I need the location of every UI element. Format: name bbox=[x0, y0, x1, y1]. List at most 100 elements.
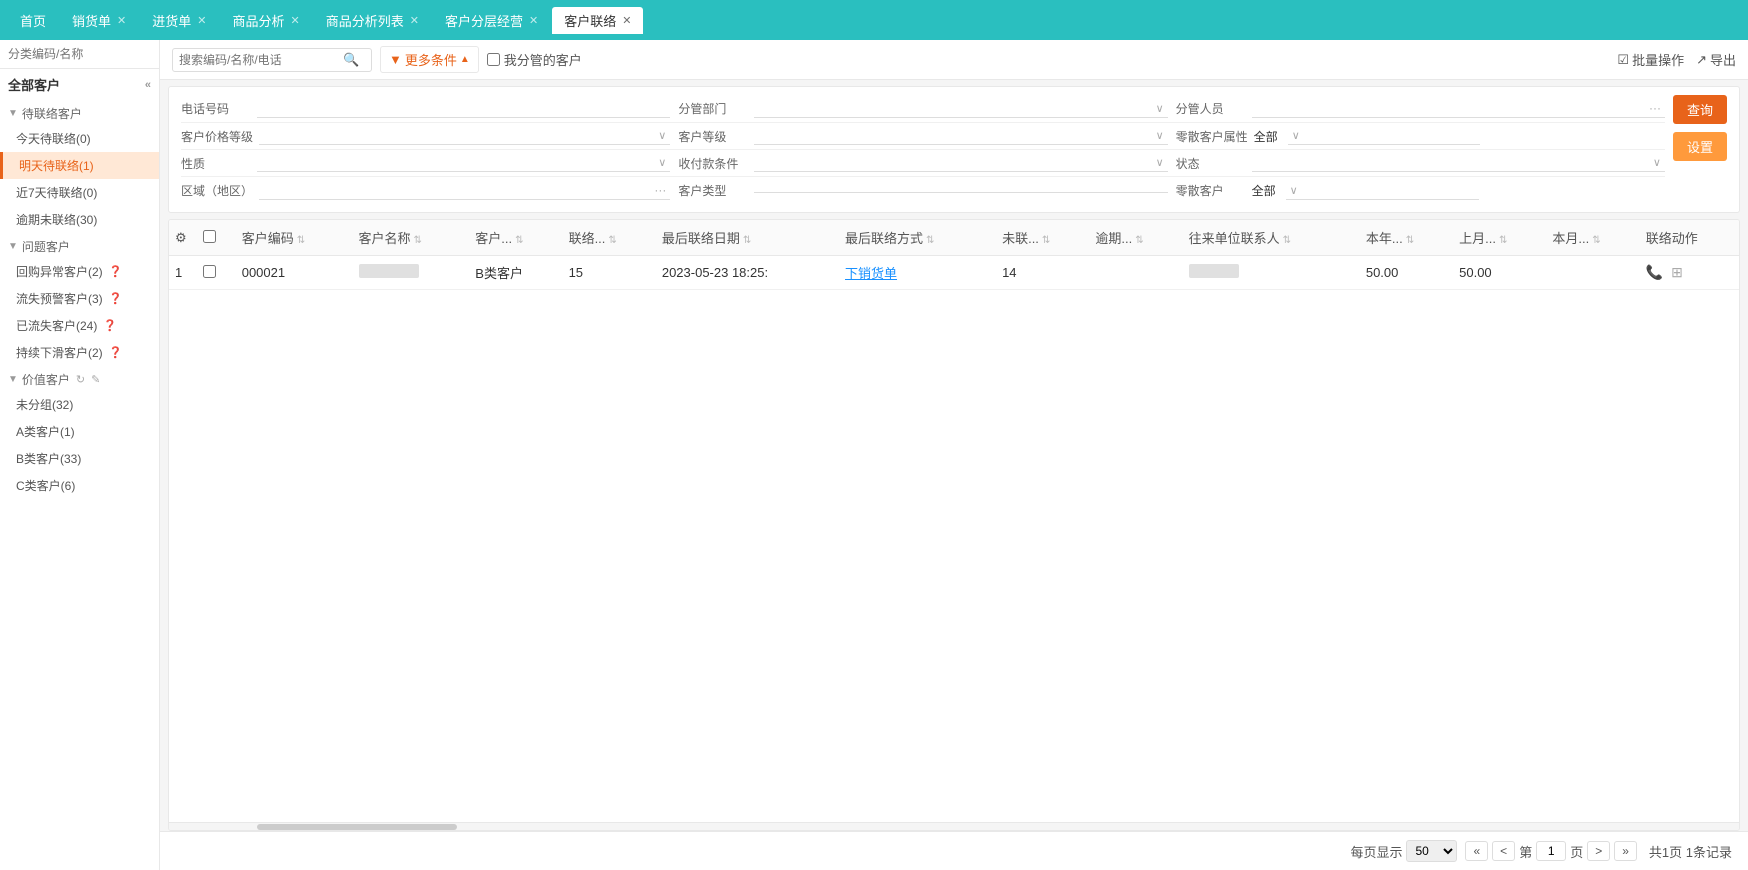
table-header-this-year[interactable]: 本年...⇅ bbox=[1360, 220, 1453, 256]
my-customers-checkbox[interactable] bbox=[487, 53, 500, 66]
sidebar-item-class-a[interactable]: A类客户(1) bbox=[0, 418, 159, 445]
close-icon[interactable]: ✕ bbox=[291, 14, 300, 27]
export-button[interactable]: ↗ 导出 bbox=[1696, 50, 1736, 69]
close-icon[interactable]: ✕ bbox=[622, 14, 631, 27]
filter-label-dept: 分管部门 bbox=[678, 100, 748, 117]
nav-home[interactable]: 首页 bbox=[8, 7, 58, 34]
table-header-last-month[interactable]: 上月...⇅ bbox=[1453, 220, 1546, 256]
table-header-overdue[interactable]: 逾期...⇅ bbox=[1089, 220, 1182, 256]
filter-customer-level: 客户等级 ∨ bbox=[678, 127, 1167, 145]
grid-action-icon[interactable]: ⊞ bbox=[1671, 264, 1683, 281]
chevron-up-icon: ▲ bbox=[460, 54, 470, 65]
settings-button[interactable]: 设置 bbox=[1673, 132, 1727, 161]
sidebar-item-ungrouped[interactable]: 未分组(32) bbox=[0, 391, 159, 418]
filter-select-status[interactable]: ∨ bbox=[1252, 154, 1665, 172]
phone-input[interactable] bbox=[261, 101, 666, 115]
last-page-button[interactable]: » bbox=[1614, 841, 1637, 861]
last-method-link[interactable]: 下销货单 bbox=[845, 266, 897, 281]
close-icon[interactable]: ✕ bbox=[197, 14, 206, 27]
sidebar-item-7days[interactable]: 近7天待联络(0) bbox=[0, 179, 159, 206]
sidebar-item-overdue[interactable]: 逾期未联络(30) bbox=[0, 206, 159, 233]
table-header-type[interactable]: 客户...⇅ bbox=[469, 220, 562, 256]
sort-icon: ⇅ bbox=[1592, 235, 1600, 246]
ellipsis-icon[interactable]: ··· bbox=[1649, 101, 1661, 115]
nav-tab-product-analysis[interactable]: 商品分析 ✕ bbox=[220, 7, 311, 34]
phone-action-icon[interactable]: 📞 bbox=[1646, 264, 1663, 281]
cell-code: 000021 bbox=[236, 256, 353, 290]
filter-row-4: 区域（地区） ··· 客户类型 bbox=[181, 177, 1665, 204]
sidebar-item-class-c[interactable]: C类客户(6) bbox=[0, 472, 159, 499]
nav-tab-product-list[interactable]: 商品分析列表 ✕ bbox=[314, 7, 431, 34]
sidebar-item-today[interactable]: 今天待联络(0) bbox=[0, 125, 159, 152]
table-header-gear[interactable]: ⚙ bbox=[169, 220, 197, 256]
table-header-contact[interactable]: 联络...⇅ bbox=[563, 220, 656, 256]
cell-last-method: 下销货单 bbox=[839, 256, 996, 290]
filter-select-price-level[interactable]: ∨ bbox=[259, 127, 670, 145]
search-input[interactable] bbox=[179, 53, 339, 67]
page-size-dropdown[interactable]: 50 100 200 bbox=[1406, 840, 1457, 862]
sidebar-search-input[interactable] bbox=[8, 47, 160, 61]
next-page-button[interactable]: > bbox=[1587, 841, 1610, 861]
page-input[interactable] bbox=[1536, 841, 1566, 861]
sidebar-item-class-b[interactable]: B类客户(33) bbox=[0, 445, 159, 472]
nav-tab-sales[interactable]: 销货单 ✕ bbox=[60, 7, 138, 34]
close-icon[interactable]: ✕ bbox=[410, 14, 419, 27]
table-header-code[interactable]: 客户编码⇅ bbox=[236, 220, 353, 256]
sidebar-all-customers[interactable]: 全部客户 « bbox=[0, 69, 159, 100]
nav-tab-customer-tier[interactable]: 客户分层经营 ✕ bbox=[433, 7, 550, 34]
sidebar-item-churned[interactable]: 已流失客户(24)❓ bbox=[0, 312, 159, 339]
table-header-not-contacted[interactable]: 未联...⇅ bbox=[996, 220, 1089, 256]
scrollbar-thumb[interactable] bbox=[257, 824, 457, 830]
nav-tab-purchase[interactable]: 进货单 ✕ bbox=[140, 7, 218, 34]
sidebar-item-tomorrow[interactable]: 明天待联络(1) bbox=[0, 152, 159, 179]
cell-last-date: 2023-05-23 18:25: bbox=[656, 256, 839, 290]
cell-overdue bbox=[1089, 256, 1182, 290]
close-icon[interactable]: ✕ bbox=[117, 14, 126, 27]
action-icons: 📞 ⊞ bbox=[1646, 264, 1733, 281]
search-icon[interactable]: 🔍 bbox=[343, 52, 359, 68]
filter-manager: 分管人员 ··· bbox=[1176, 99, 1665, 118]
sidebar-group-problem[interactable]: 问题客户 bbox=[0, 233, 159, 258]
sidebar-group-pending[interactable]: 待联络客户 bbox=[0, 100, 159, 125]
table-area: ⚙ 客户编码⇅ 客户名称⇅ 客户...⇅ 联络...⇅ 最后联络日期⇅ 最后联络… bbox=[168, 219, 1740, 831]
nav-tab-customer-contact[interactable]: 客户联络 ✕ bbox=[552, 7, 643, 34]
select-all-checkbox[interactable] bbox=[203, 230, 216, 243]
collapse-icon: « bbox=[145, 79, 151, 91]
filter-select-retail-attr[interactable]: ∨ bbox=[1288, 127, 1481, 145]
ellipsis-icon[interactable]: ··· bbox=[654, 183, 666, 197]
table-header-last-date[interactable]: 最后联络日期⇅ bbox=[656, 220, 839, 256]
prev-page-button[interactable]: < bbox=[1492, 841, 1515, 861]
filter-select-region[interactable]: ··· bbox=[259, 181, 670, 200]
filter-price-level: 客户价格等级 ∨ bbox=[181, 127, 670, 145]
sidebar-item-declining[interactable]: 持续下滑客户(2)❓ bbox=[0, 339, 159, 366]
batch-op-button[interactable]: ☑ 批量操作 bbox=[1617, 50, 1684, 69]
refresh-icon[interactable]: ↻ bbox=[76, 373, 85, 386]
close-icon[interactable]: ✕ bbox=[529, 14, 538, 27]
filter-select-customer-type[interactable] bbox=[754, 188, 1167, 193]
table-header-this-month[interactable]: 本月...⇅ bbox=[1546, 220, 1639, 256]
table-header-name[interactable]: 客户名称⇅ bbox=[353, 220, 470, 256]
my-customers-wrap[interactable]: 我分管的客户 bbox=[487, 50, 582, 69]
filter-region: 区域（地区） ··· bbox=[181, 181, 670, 200]
table-header-actions: 联络动作 bbox=[1640, 220, 1739, 256]
cell-type: B类客户 bbox=[469, 256, 562, 290]
filter-select-manager[interactable]: ··· bbox=[1252, 99, 1665, 118]
sidebar-item-repurchase-anomaly[interactable]: 回购异常客户(2)❓ bbox=[0, 258, 159, 285]
filter-select-payment[interactable]: ∨ bbox=[754, 154, 1167, 172]
filter-select-customer-level[interactable]: ∨ bbox=[754, 127, 1167, 145]
sidebar-group-value[interactable]: 价值客户 ↻ ✎ bbox=[0, 366, 159, 391]
filter-select-retail[interactable]: ∨ bbox=[1286, 182, 1480, 200]
filter-select-dept[interactable]: ∨ bbox=[754, 100, 1167, 118]
more-conditions-button[interactable]: ▼ 更多条件 ▲ bbox=[380, 46, 479, 73]
table-header-last-method[interactable]: 最后联络方式⇅ bbox=[839, 220, 996, 256]
filter-dept: 分管部门 ∨ bbox=[678, 100, 1167, 118]
sidebar-item-churn-warning[interactable]: 流失预警客户(3)❓ bbox=[0, 285, 159, 312]
query-button[interactable]: 查询 bbox=[1673, 95, 1727, 124]
filter-select-nature[interactable]: ∨ bbox=[257, 154, 670, 172]
table-header-unit-contact[interactable]: 往来单位联系人⇅ bbox=[1183, 220, 1360, 256]
chevron-down-icon: ∨ bbox=[1290, 184, 1298, 197]
filter-row-2: 客户价格等级 ∨ 客户等级 ∨ bbox=[181, 123, 1665, 150]
first-page-button[interactable]: « bbox=[1465, 841, 1488, 861]
edit-icon[interactable]: ✎ bbox=[91, 373, 100, 386]
row-checkbox[interactable] bbox=[203, 265, 216, 278]
